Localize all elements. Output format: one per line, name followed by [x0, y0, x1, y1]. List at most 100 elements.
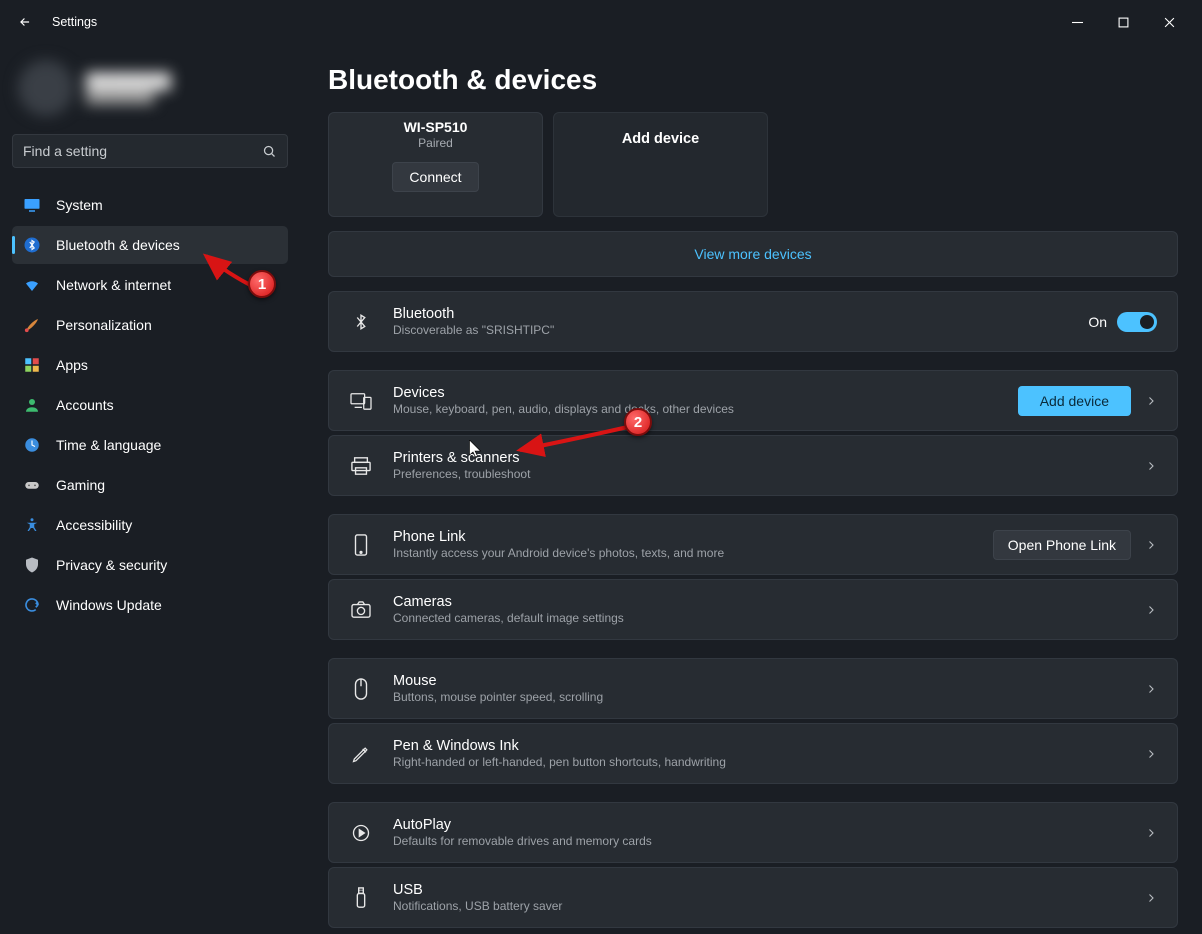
- chevron-right-icon: [1145, 604, 1157, 616]
- gamepad-icon: [22, 475, 42, 495]
- update-icon: [22, 595, 42, 615]
- monitor-icon: [22, 195, 42, 215]
- profile-block[interactable]: ████████ ████████: [12, 48, 288, 128]
- search-icon: [262, 144, 277, 159]
- nav-network[interactable]: Network & internet: [12, 266, 288, 304]
- nav-system[interactable]: System: [12, 186, 288, 224]
- card-subtitle: Notifications, USB battery saver: [393, 899, 1131, 913]
- devices-card[interactable]: Devices Mouse, keyboard, pen, audio, dis…: [328, 370, 1178, 431]
- nav-apps[interactable]: Apps: [12, 346, 288, 384]
- card-title: USB: [393, 882, 1131, 898]
- nav-gaming[interactable]: Gaming: [12, 466, 288, 504]
- add-device-button[interactable]: Add device: [1018, 386, 1131, 416]
- card-subtitle: Right-handed or left-handed, pen button …: [393, 755, 1131, 769]
- sidebar: ████████ ████████ System Bluetooth & d: [0, 44, 300, 934]
- phone-icon: [349, 533, 373, 557]
- chevron-right-icon: [1145, 683, 1157, 695]
- nav-label: Privacy & security: [56, 557, 167, 573]
- bluetooth-toggle[interactable]: [1117, 312, 1157, 332]
- card-subtitle: Connected cameras, default image setting…: [393, 611, 1131, 625]
- card-subtitle: Buttons, mouse pointer speed, scrolling: [393, 690, 1131, 704]
- add-device-card[interactable]: Add device: [553, 112, 768, 217]
- close-button[interactable]: [1146, 6, 1192, 38]
- phone-link-card[interactable]: Phone Link Instantly access your Android…: [328, 514, 1178, 575]
- chevron-right-icon: [1145, 539, 1157, 551]
- nav-personalization[interactable]: Personalization: [12, 306, 288, 344]
- nav-windows-update[interactable]: Windows Update: [12, 586, 288, 624]
- printers-scanners-card[interactable]: Printers & scanners Preferences, trouble…: [328, 435, 1178, 496]
- nav-accounts[interactable]: Accounts: [12, 386, 288, 424]
- bluetooth-card[interactable]: Bluetooth Discoverable as "SRISHTIPC" On: [328, 291, 1178, 352]
- card-title: Phone Link: [393, 529, 993, 545]
- clock-globe-icon: [22, 435, 42, 455]
- maximize-button[interactable]: [1100, 6, 1146, 38]
- profile-avatar: [18, 60, 74, 116]
- card-subtitle: Instantly access your Android device's p…: [393, 546, 993, 560]
- toggle-state-label: On: [1088, 314, 1107, 330]
- nav-label: Accounts: [56, 397, 114, 413]
- chevron-right-icon: [1145, 460, 1157, 472]
- usb-icon: [349, 886, 373, 910]
- mouse-cursor: [469, 440, 482, 458]
- card-subtitle: Mouse, keyboard, pen, audio, displays an…: [393, 402, 1018, 416]
- chevron-right-icon: [1145, 395, 1157, 407]
- card-title: Pen & Windows Ink: [393, 738, 1131, 754]
- chevron-right-icon: [1145, 827, 1157, 839]
- view-more-devices[interactable]: View more devices: [328, 231, 1178, 277]
- card-title: Bluetooth: [393, 306, 1088, 322]
- annotation-badge-1: 1: [248, 270, 276, 298]
- nav-label: Bluetooth & devices: [56, 237, 180, 253]
- card-title: Mouse: [393, 673, 1131, 689]
- wifi-icon: [22, 275, 42, 295]
- printer-icon: [349, 454, 373, 478]
- card-subtitle: Defaults for removable drives and memory…: [393, 834, 1131, 848]
- paintbrush-icon: [22, 315, 42, 335]
- search-box[interactable]: [12, 134, 288, 168]
- title-bar: Settings: [0, 0, 1202, 44]
- connect-button[interactable]: Connect: [392, 162, 478, 192]
- nav-privacy[interactable]: Privacy & security: [12, 546, 288, 584]
- paired-device-card[interactable]: WI-SP510 Paired Connect: [328, 112, 543, 217]
- accessibility-icon: [22, 515, 42, 535]
- devices-icon: [349, 389, 373, 413]
- pen-icon: [349, 742, 373, 766]
- autoplay-icon: [349, 821, 373, 845]
- back-button[interactable]: [10, 7, 40, 37]
- chevron-right-icon: [1145, 748, 1157, 760]
- nav-label: Network & internet: [56, 277, 171, 293]
- nav-label: Gaming: [56, 477, 105, 493]
- device-name: WI-SP510: [404, 119, 468, 135]
- annotation-badge-2: 2: [624, 408, 652, 436]
- nav-label: Accessibility: [56, 517, 132, 533]
- chevron-right-icon: [1145, 892, 1157, 904]
- nav-accessibility[interactable]: Accessibility: [12, 506, 288, 544]
- nav-bluetooth-devices[interactable]: Bluetooth & devices: [12, 226, 288, 264]
- page-title: Bluetooth & devices: [328, 64, 1178, 96]
- card-title: Printers & scanners: [393, 450, 1131, 466]
- main-content: Bluetooth & devices WI-SP510 Paired Conn…: [300, 44, 1202, 934]
- card-title: Devices: [393, 385, 1018, 401]
- nav-label: Time & language: [56, 437, 161, 453]
- device-status: Paired: [418, 136, 453, 150]
- add-device-label: Add device: [622, 131, 699, 147]
- mouse-icon: [349, 677, 373, 701]
- cameras-card[interactable]: Cameras Connected cameras, default image…: [328, 579, 1178, 640]
- card-title: AutoPlay: [393, 817, 1131, 833]
- bluetooth-icon: [22, 235, 42, 255]
- bluetooth-icon: [349, 310, 373, 334]
- search-input[interactable]: [23, 143, 262, 159]
- card-title: Cameras: [393, 594, 1131, 610]
- pen-ink-card[interactable]: Pen & Windows Ink Right-handed or left-h…: [328, 723, 1178, 784]
- card-subtitle: Preferences, troubleshoot: [393, 467, 1131, 481]
- app-title: Settings: [52, 15, 97, 29]
- card-subtitle: Discoverable as "SRISHTIPC": [393, 323, 1088, 337]
- nav-list: System Bluetooth & devices Network & int…: [12, 186, 288, 624]
- nav-label: Personalization: [56, 317, 152, 333]
- open-phone-link-button[interactable]: Open Phone Link: [993, 530, 1131, 560]
- autoplay-card[interactable]: AutoPlay Defaults for removable drives a…: [328, 802, 1178, 863]
- usb-card[interactable]: USB Notifications, USB battery saver: [328, 867, 1178, 928]
- mouse-card[interactable]: Mouse Buttons, mouse pointer speed, scro…: [328, 658, 1178, 719]
- minimize-button[interactable]: [1054, 6, 1100, 38]
- person-icon: [22, 395, 42, 415]
- nav-time-language[interactable]: Time & language: [12, 426, 288, 464]
